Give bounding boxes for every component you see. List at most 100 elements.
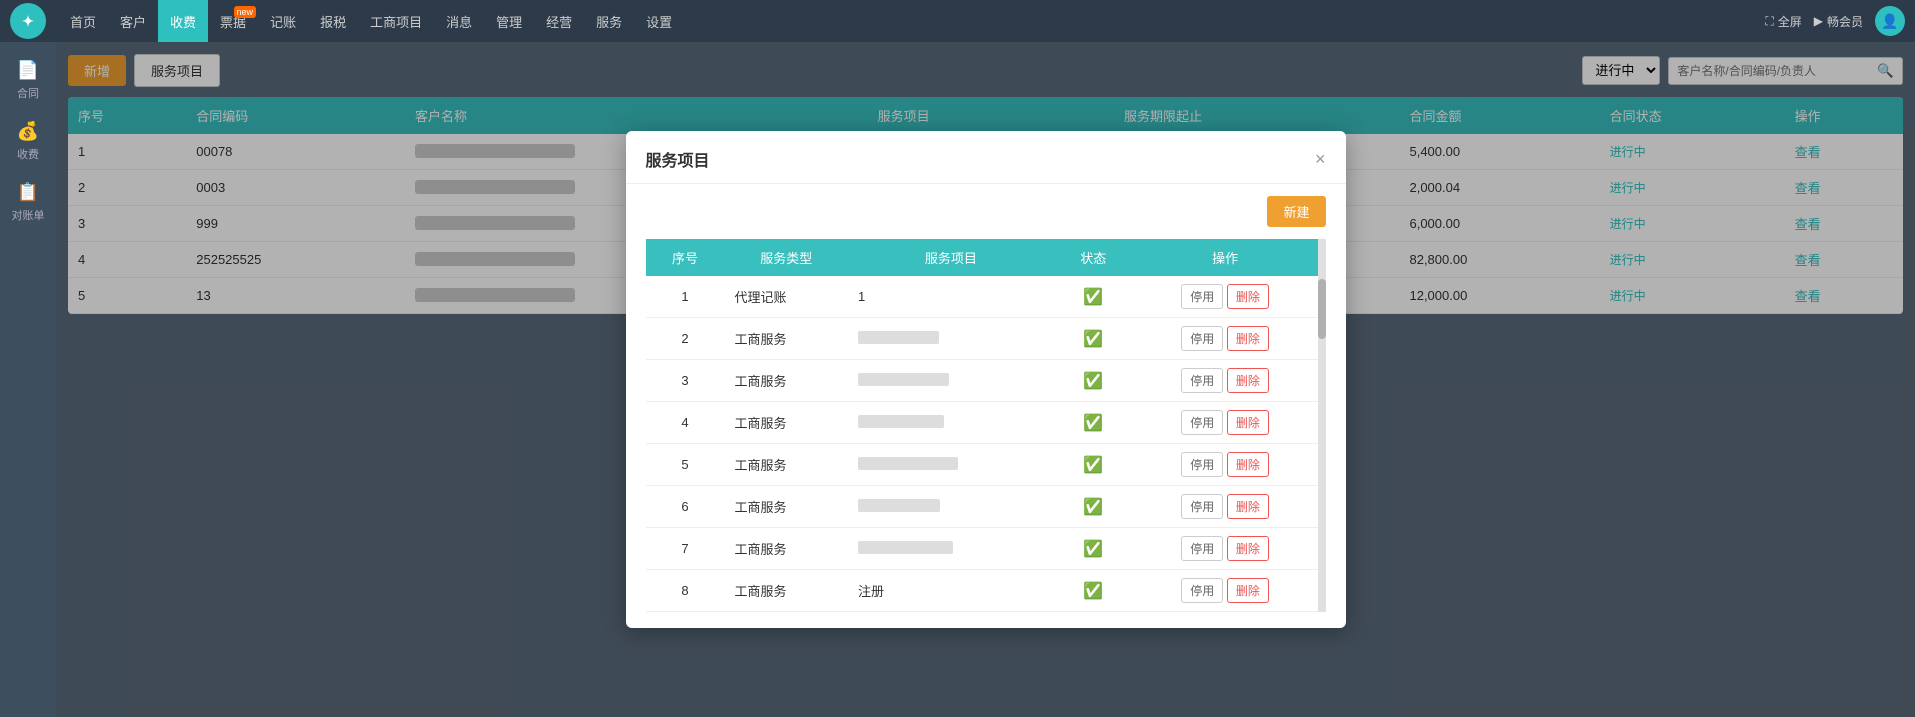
modal-col-item: 服务项目 bbox=[848, 239, 1054, 276]
delete-button[interactable]: 删除 bbox=[1227, 536, 1269, 561]
nav-item-manage[interactable]: 管理 bbox=[484, 0, 534, 42]
modal-cell-type: 工商服务 bbox=[724, 360, 848, 402]
modal-cell-type: 工商服务 bbox=[724, 528, 848, 570]
modal-table-row: 2 工商服务 ✅ 停用 删除 bbox=[646, 318, 1318, 360]
delete-button[interactable]: 删除 bbox=[1227, 494, 1269, 519]
modal-cell-actions: 停用 删除 bbox=[1133, 276, 1318, 318]
sidebar-item-reconciliation[interactable]: 📋 对账单 bbox=[0, 172, 56, 233]
modal-cell-status: ✅ bbox=[1054, 360, 1133, 402]
vip-button[interactable]: ▶ 畅会员 bbox=[1814, 13, 1863, 30]
new-badge: new bbox=[234, 6, 257, 18]
modal-cell-type: 工商服务 bbox=[724, 486, 848, 528]
status-check-icon: ✅ bbox=[1083, 499, 1103, 516]
nav-item-operation[interactable]: 经营 bbox=[534, 0, 584, 42]
nav-item-fee[interactable]: 收费 bbox=[158, 0, 208, 42]
nav-item-business[interactable]: 工商项目 bbox=[358, 0, 434, 42]
modal-cell-item: 注册 bbox=[848, 570, 1054, 612]
modal-body: 序号 服务类型 服务项目 状态 操作 1 代理记账 1 ✅ 停用 bbox=[626, 239, 1346, 628]
status-check-icon: ✅ bbox=[1083, 373, 1103, 390]
modal-cell-item bbox=[848, 318, 1054, 360]
status-check-icon: ✅ bbox=[1083, 415, 1103, 432]
modal-table-row: 8 工商服务 注册 ✅ 停用 删除 bbox=[646, 570, 1318, 612]
modal-cell-seq: 4 bbox=[646, 402, 725, 444]
delete-button[interactable]: 删除 bbox=[1227, 326, 1269, 351]
modal-close-button[interactable]: × bbox=[1315, 149, 1326, 170]
nav-item-settings[interactable]: 设置 bbox=[634, 0, 684, 42]
nav-item-tax[interactable]: 报税 bbox=[308, 0, 358, 42]
modal-cell-status: ✅ bbox=[1054, 276, 1133, 318]
modal-cell-seq: 1 bbox=[646, 276, 725, 318]
scroll-thumb[interactable] bbox=[1318, 279, 1326, 339]
modal-cell-type: 工商服务 bbox=[724, 318, 848, 360]
app-logo[interactable]: ✦ bbox=[10, 3, 46, 39]
sidebar: 📄 合同 💰 收费 📋 对账单 bbox=[0, 42, 56, 717]
modal-cell-item bbox=[848, 528, 1054, 570]
fullscreen-button[interactable]: ⛶ 全屏 bbox=[1765, 13, 1801, 30]
modal-table-row: 7 工商服务 ✅ 停用 删除 bbox=[646, 528, 1318, 570]
nav-item-home[interactable]: 首页 bbox=[58, 0, 108, 42]
nav-item-service[interactable]: 服务 bbox=[584, 0, 634, 42]
stop-button[interactable]: 停用 bbox=[1181, 494, 1223, 519]
modal-overlay: 服务项目 × 新建 序号 服务类型 服务项目 bbox=[56, 42, 1915, 717]
modal-cell-seq: 7 bbox=[646, 528, 725, 570]
nav-item-bookkeeping[interactable]: 记账 bbox=[258, 0, 308, 42]
nav-item-ticket[interactable]: 票据 new bbox=[208, 0, 258, 42]
nav-item-client[interactable]: 客户 bbox=[108, 0, 158, 42]
stop-button[interactable]: 停用 bbox=[1181, 326, 1223, 351]
modal-cell-item: 1 bbox=[848, 276, 1054, 318]
modal-cell-item bbox=[848, 402, 1054, 444]
contract-icon: 📄 bbox=[17, 60, 39, 81]
reconciliation-icon: 📋 bbox=[17, 182, 39, 203]
delete-button[interactable]: 删除 bbox=[1227, 578, 1269, 603]
modal-table-row: 5 工商服务 ✅ 停用 删除 bbox=[646, 444, 1318, 486]
modal-col-seq: 序号 bbox=[646, 239, 725, 276]
modal-cell-type: 代理记账 bbox=[724, 276, 848, 318]
status-check-icon: ✅ bbox=[1083, 583, 1103, 600]
stop-button[interactable]: 停用 bbox=[1181, 368, 1223, 393]
modal-new-button[interactable]: 新建 bbox=[1267, 196, 1325, 227]
status-check-icon: ✅ bbox=[1083, 541, 1103, 558]
modal-cell-seq: 6 bbox=[646, 486, 725, 528]
stop-button[interactable]: 停用 bbox=[1181, 410, 1223, 435]
modal-cell-actions: 停用 删除 bbox=[1133, 360, 1318, 402]
modal-col-type: 服务类型 bbox=[724, 239, 848, 276]
modal-cell-seq: 8 bbox=[646, 570, 725, 612]
modal-cell-item bbox=[848, 444, 1054, 486]
main-layout: 📄 合同 💰 收费 📋 对账单 新增 服务项目 进行中 已结束 全部 bbox=[0, 42, 1915, 717]
top-nav-right: ⛶ 全屏 ▶ 畅会员 👤 bbox=[1765, 6, 1905, 36]
top-navigation: ✦ 首页 客户 收费 票据 new 记账 报税 工商项目 消息 管理 经营 服务… bbox=[0, 0, 1915, 42]
status-check-icon: ✅ bbox=[1083, 457, 1103, 474]
delete-button[interactable]: 删除 bbox=[1227, 368, 1269, 393]
modal-table-row: 4 工商服务 ✅ 停用 删除 bbox=[646, 402, 1318, 444]
vip-icon: ▶ bbox=[1814, 14, 1823, 28]
stop-button[interactable]: 停用 bbox=[1181, 536, 1223, 561]
status-check-icon: ✅ bbox=[1083, 289, 1103, 306]
avatar[interactable]: 👤 bbox=[1875, 6, 1905, 36]
modal-cell-type: 工商服务 bbox=[724, 402, 848, 444]
modal-cell-actions: 停用 删除 bbox=[1133, 486, 1318, 528]
delete-button[interactable]: 删除 bbox=[1227, 410, 1269, 435]
modal-table-row: 6 工商服务 ✅ 停用 删除 bbox=[646, 486, 1318, 528]
nav-item-message[interactable]: 消息 bbox=[434, 0, 484, 42]
modal-header: 服务项目 × bbox=[626, 131, 1346, 184]
modal-cell-seq: 5 bbox=[646, 444, 725, 486]
service-modal: 服务项目 × 新建 序号 服务类型 服务项目 bbox=[626, 131, 1346, 628]
stop-button[interactable]: 停用 bbox=[1181, 452, 1223, 477]
scrollbar[interactable] bbox=[1318, 239, 1326, 612]
stop-button[interactable]: 停用 bbox=[1181, 284, 1223, 309]
delete-button[interactable]: 删除 bbox=[1227, 452, 1269, 477]
modal-cell-status: ✅ bbox=[1054, 486, 1133, 528]
modal-toolbar: 新建 bbox=[626, 184, 1346, 239]
modal-header-row: 序号 服务类型 服务项目 状态 操作 bbox=[646, 239, 1318, 276]
sidebar-item-fee[interactable]: 💰 收费 bbox=[0, 111, 56, 172]
modal-cell-type: 工商服务 bbox=[724, 570, 848, 612]
stop-button[interactable]: 停用 bbox=[1181, 578, 1223, 603]
modal-title: 服务项目 bbox=[646, 147, 710, 171]
main-content: 新增 服务项目 进行中 已结束 全部 🔍 序号 合同编码 客 bbox=[56, 42, 1915, 717]
delete-button[interactable]: 删除 bbox=[1227, 284, 1269, 309]
modal-cell-actions: 停用 删除 bbox=[1133, 402, 1318, 444]
sidebar-item-contract[interactable]: 📄 合同 bbox=[0, 50, 56, 111]
modal-cell-item bbox=[848, 486, 1054, 528]
fullscreen-icon: ⛶ bbox=[1765, 14, 1773, 29]
modal-table-row: 1 代理记账 1 ✅ 停用 删除 bbox=[646, 276, 1318, 318]
